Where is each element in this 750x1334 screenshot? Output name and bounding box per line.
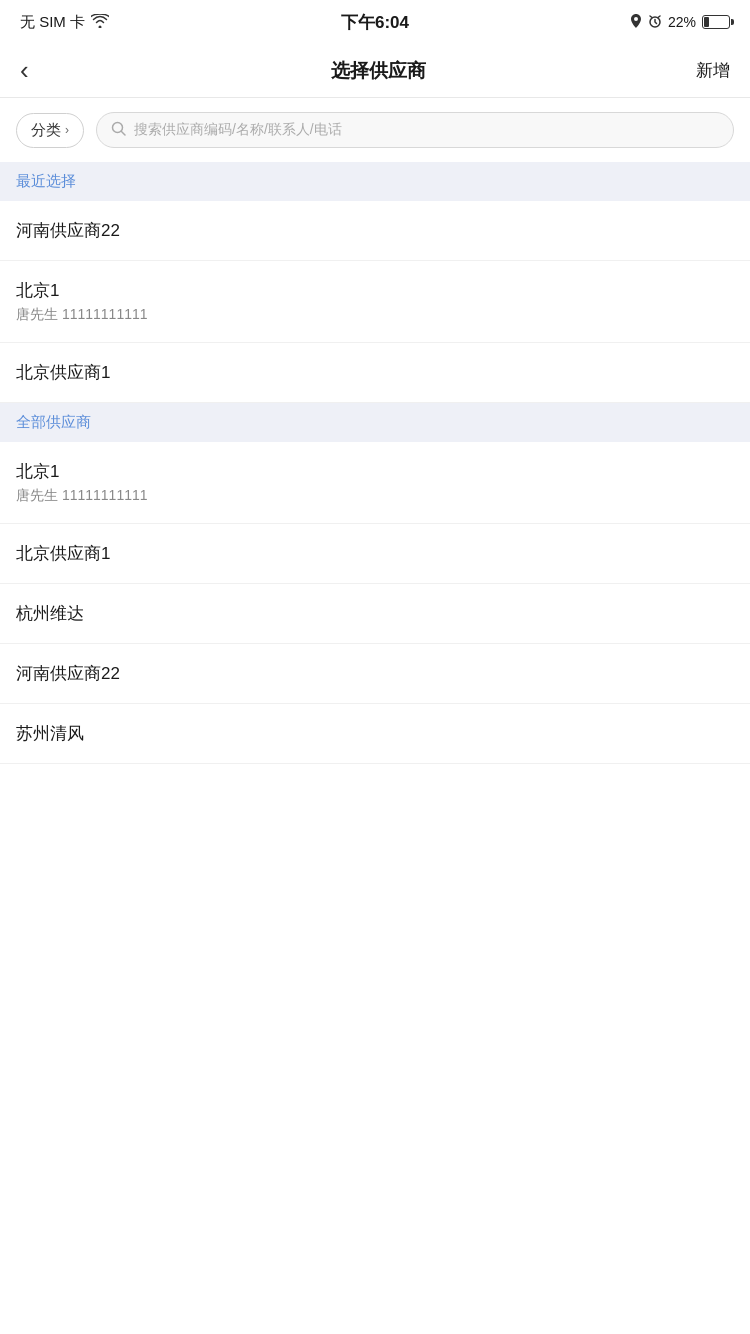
all-section-header: 全部供应商 xyxy=(0,403,750,442)
recent-section-label: 最近选择 xyxy=(16,172,76,189)
all-items-list: 北京1 唐先生 11111111111 北京供应商1 杭州维达 河南供应商22 … xyxy=(0,442,750,764)
all-item-3[interactable]: 河南供应商22 xyxy=(0,644,750,704)
page-title: 选择供应商 xyxy=(331,58,426,84)
search-icon xyxy=(111,121,126,139)
nav-bar: ‹ 选择供应商 新增 xyxy=(0,44,750,98)
filter-bar: 分类 › 搜索供应商编码/名称/联系人/电话 xyxy=(0,98,750,162)
battery-icon xyxy=(702,15,730,29)
add-button[interactable]: 新增 xyxy=(696,59,730,82)
search-placeholder-text: 搜索供应商编码/名称/联系人/电话 xyxy=(134,121,342,139)
no-sim-text: 无 SIM 卡 xyxy=(20,13,85,32)
search-box[interactable]: 搜索供应商编码/名称/联系人/电话 xyxy=(96,112,734,148)
all-item-name-1: 北京供应商1 xyxy=(16,542,734,565)
recent-item-1[interactable]: 北京1 唐先生 11111111111 xyxy=(0,261,750,343)
all-item-4[interactable]: 苏州清风 xyxy=(0,704,750,764)
status-bar: 无 SIM 卡 下午6:04 22% xyxy=(0,0,750,44)
alarm-icon xyxy=(648,14,662,31)
recent-items-list: 河南供应商22 北京1 唐先生 11111111111 北京供应商1 xyxy=(0,201,750,403)
status-left: 无 SIM 卡 xyxy=(20,13,109,32)
all-section-label: 全部供应商 xyxy=(16,413,91,430)
battery-percent: 22% xyxy=(668,14,696,30)
all-item-name-4: 苏州清风 xyxy=(16,722,734,745)
all-item-sub-0: 唐先生 11111111111 xyxy=(16,487,734,505)
all-item-0[interactable]: 北京1 唐先生 11111111111 xyxy=(0,442,750,524)
chevron-right-icon: › xyxy=(65,123,69,137)
recent-item-sub-1: 唐先生 11111111111 xyxy=(16,306,734,324)
status-time: 下午6:04 xyxy=(341,11,409,34)
back-button[interactable]: ‹ xyxy=(20,55,60,86)
category-label: 分类 xyxy=(31,121,61,140)
category-filter-button[interactable]: 分类 › xyxy=(16,113,84,148)
recent-item-name-2: 北京供应商1 xyxy=(16,361,734,384)
wifi-icon xyxy=(91,14,109,31)
recent-section-header: 最近选择 xyxy=(0,162,750,201)
status-right: 22% xyxy=(630,14,730,31)
location-icon xyxy=(630,14,642,31)
recent-item-0[interactable]: 河南供应商22 xyxy=(0,201,750,261)
recent-item-name-0: 河南供应商22 xyxy=(16,219,734,242)
recent-item-2[interactable]: 北京供应商1 xyxy=(0,343,750,403)
recent-item-name-1: 北京1 xyxy=(16,279,734,302)
all-item-name-3: 河南供应商22 xyxy=(16,662,734,685)
all-item-name-2: 杭州维达 xyxy=(16,602,734,625)
all-item-1[interactable]: 北京供应商1 xyxy=(0,524,750,584)
all-item-2[interactable]: 杭州维达 xyxy=(0,584,750,644)
all-item-name-0: 北京1 xyxy=(16,460,734,483)
